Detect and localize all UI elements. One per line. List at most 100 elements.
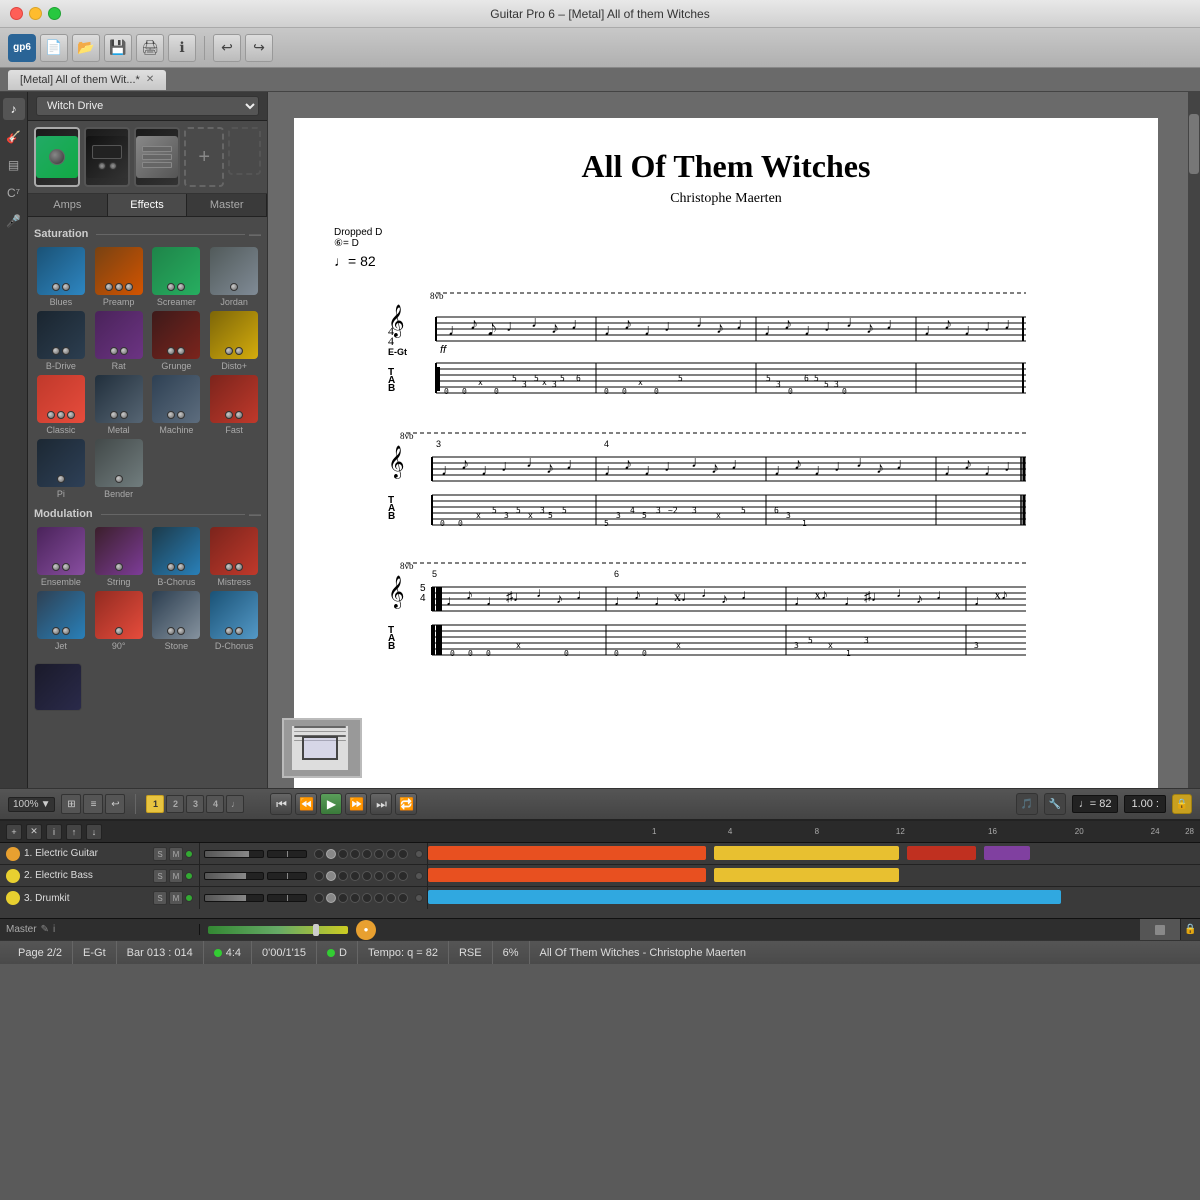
extra-pedal[interactable] xyxy=(34,663,82,711)
track-icon[interactable]: ▤ xyxy=(3,154,25,176)
pedal-90[interactable]: 90° xyxy=(92,591,146,651)
close-button[interactable] xyxy=(10,7,23,20)
track-vol-2[interactable] xyxy=(204,872,264,880)
pedal-jet[interactable]: Jet xyxy=(34,591,88,651)
lock-button[interactable]: 🔒 xyxy=(1172,794,1192,814)
note-icon[interactable]: ♪ xyxy=(3,98,25,120)
track-vol-1[interactable] xyxy=(204,850,264,858)
layout-btn-3[interactable]: ↩ xyxy=(105,794,125,814)
tab-main[interactable]: [Metal] All of them Wit...* ✕ xyxy=(8,70,166,90)
tab-effects[interactable]: Effects xyxy=(108,194,188,216)
pedal-jordan[interactable]: Jordan xyxy=(207,247,261,307)
pedal-screamer[interactable]: Screamer xyxy=(150,247,204,307)
minimize-button[interactable] xyxy=(29,7,42,20)
master-vol-handle[interactable] xyxy=(313,924,319,936)
beat-note[interactable]: ♩ xyxy=(226,795,244,813)
overdrive-pedal[interactable] xyxy=(34,127,80,187)
tab-close-icon[interactable]: ✕ xyxy=(146,74,154,85)
pedal-bdrive[interactable]: B-Drive xyxy=(34,311,88,371)
pedal-string[interactable]: String xyxy=(92,527,146,587)
undo-button[interactable]: ↩ xyxy=(213,34,241,62)
remove-track-button[interactable]: ✕ xyxy=(26,824,42,840)
solo-btn-2[interactable]: S xyxy=(153,869,167,883)
maximize-button[interactable] xyxy=(48,7,61,20)
modulation-collapse[interactable]: — xyxy=(249,507,261,521)
scrollbar-thumb[interactable] xyxy=(1189,114,1199,174)
block-3a[interactable] xyxy=(428,890,1061,904)
down-button[interactable]: ↓ xyxy=(86,824,102,840)
zoom-control[interactable]: 100% ▼ xyxy=(8,797,55,812)
beat-1[interactable]: 1 xyxy=(146,795,164,813)
saturation-collapse[interactable]: — xyxy=(249,227,261,241)
print-button[interactable]: 🖨 xyxy=(136,34,164,62)
preset-dropdown[interactable]: Witch Drive xyxy=(36,96,259,116)
track-vol-3[interactable] xyxy=(204,894,264,902)
layout-btn-2[interactable]: ≡ xyxy=(83,794,103,814)
pedal-machine[interactable]: Machine xyxy=(150,375,204,435)
guitar-icon[interactable]: 🎸 xyxy=(3,126,25,148)
new-button[interactable]: 📄 xyxy=(40,34,68,62)
tab-amps[interactable]: Amps xyxy=(28,194,108,216)
master-vol-bar[interactable] xyxy=(208,926,348,934)
pedal-bchorus[interactable]: B-Chorus xyxy=(150,527,204,587)
pedal-rat[interactable]: Rat xyxy=(92,311,146,371)
block-1d[interactable] xyxy=(984,846,1030,860)
pedal-classic[interactable]: Classic xyxy=(34,375,88,435)
block-1a[interactable] xyxy=(428,846,706,860)
mute-btn-1[interactable]: M xyxy=(169,847,183,861)
up-button[interactable]: ↑ xyxy=(66,824,82,840)
mute-btn-2[interactable]: M xyxy=(169,869,183,883)
pedal-bender[interactable]: Bender xyxy=(92,439,146,499)
pedal-ensemble[interactable]: Ensemble xyxy=(34,527,88,587)
master-lock[interactable]: 🔒 xyxy=(1180,919,1200,940)
tempo-display[interactable]: ♩= 82 xyxy=(1072,795,1119,813)
metronome-icon[interactable]: 🎵 xyxy=(1016,793,1038,815)
chord-icon[interactable]: C⁷ xyxy=(3,182,25,204)
end-button[interactable]: ⏭ xyxy=(370,793,392,815)
track-pan-3[interactable] xyxy=(267,894,307,902)
pedal-fast[interactable]: Fast xyxy=(207,375,261,435)
block-1b[interactable] xyxy=(714,846,899,860)
cabinet-pedal[interactable] xyxy=(134,127,180,187)
tab-master[interactable]: Master xyxy=(187,194,267,216)
open-button[interactable]: 📂 xyxy=(72,34,100,62)
master-edit-icon[interactable]: ✎ xyxy=(41,924,49,935)
minimap[interactable] xyxy=(282,718,362,778)
pedal-blues[interactable]: Blues xyxy=(34,247,88,307)
block-1c[interactable] xyxy=(907,846,976,860)
play-button[interactable]: ▶ xyxy=(320,793,342,815)
info-button[interactable]: ℹ xyxy=(168,34,196,62)
loop-button[interactable]: 🔁 xyxy=(395,793,417,815)
italic-button[interactable]: i xyxy=(46,824,62,840)
add-track-button[interactable]: + xyxy=(6,824,22,840)
pedal-grunge[interactable]: Grunge xyxy=(150,311,204,371)
master-scroll-area[interactable] xyxy=(1140,919,1180,940)
redo-button[interactable]: ↪ xyxy=(245,34,273,62)
vertical-scrollbar[interactable] xyxy=(1188,92,1200,788)
pedal-stone[interactable]: Stone xyxy=(150,591,204,651)
pedal-dchorus[interactable]: D-Chorus xyxy=(207,591,261,651)
add-pedal-button[interactable]: + xyxy=(184,127,224,187)
pedal-preamp[interactable]: Preamp xyxy=(92,247,146,307)
pedal-mistress[interactable]: Mistress xyxy=(207,527,261,587)
save-button[interactable]: 💾 xyxy=(104,34,132,62)
pedal-disto[interactable]: Disto+ xyxy=(207,311,261,371)
track-pan-1[interactable] xyxy=(267,850,307,858)
master-pan-knob[interactable]: ● xyxy=(356,920,376,940)
beat-3[interactable]: 3 xyxy=(186,795,204,813)
pedal-metal[interactable]: Metal xyxy=(92,375,146,435)
mute-btn-3[interactable]: M xyxy=(169,891,183,905)
rewind-button[interactable]: ⏮ xyxy=(270,793,292,815)
mic-icon[interactable]: 🎤 xyxy=(3,210,25,232)
amp-pedal[interactable] xyxy=(84,127,130,187)
speed-display[interactable]: 1.00 : xyxy=(1124,795,1166,813)
solo-btn-3[interactable]: S xyxy=(153,891,167,905)
block-2b[interactable] xyxy=(714,868,899,882)
solo-btn-1[interactable]: S xyxy=(153,847,167,861)
beat-2[interactable]: 2 xyxy=(166,795,184,813)
track-pan-2[interactable] xyxy=(267,872,307,880)
pedal-pi[interactable]: Pi xyxy=(34,439,88,499)
beat-4[interactable]: 4 xyxy=(206,795,224,813)
master-info-icon[interactable]: i xyxy=(53,924,55,935)
tuner-icon[interactable]: 🔧 xyxy=(1044,793,1066,815)
